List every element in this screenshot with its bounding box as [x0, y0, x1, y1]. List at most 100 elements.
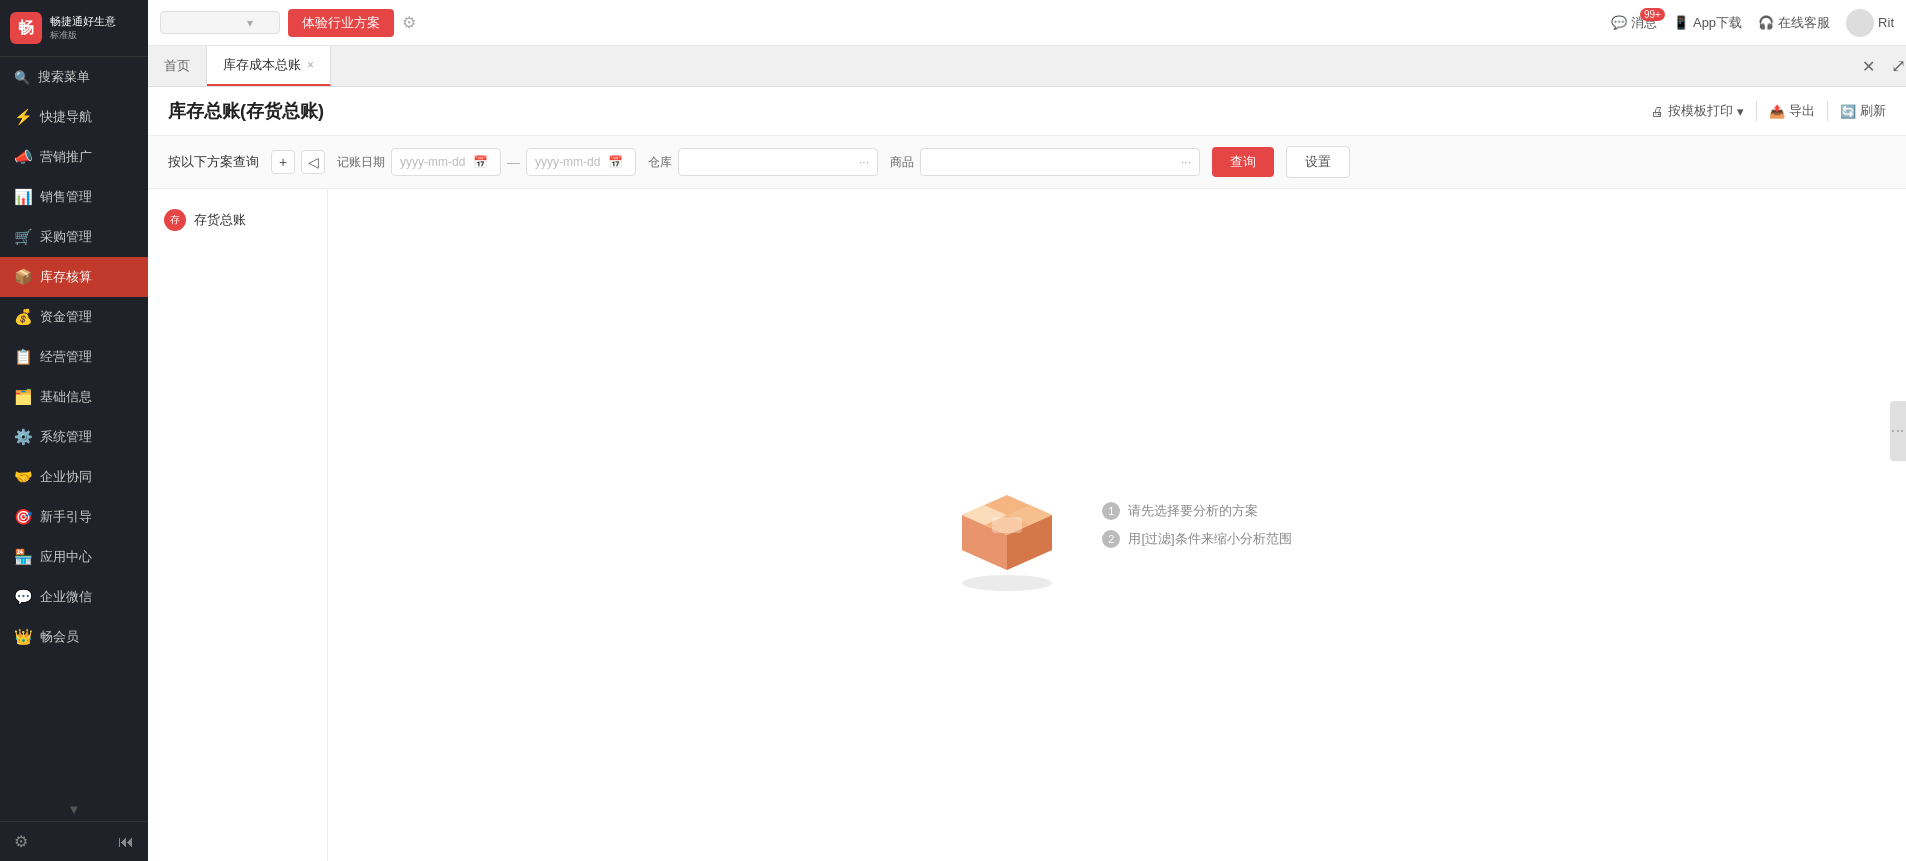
sidebar-item-member[interactable]: 👑 畅会员 — [0, 617, 148, 657]
tab-inventory-ledger[interactable]: 库存成本总账 × — [207, 46, 331, 86]
settings-btn[interactable]: 设置 — [1286, 146, 1350, 178]
sidebar-item-finance[interactable]: 💰 资金管理 — [0, 297, 148, 337]
page-header-actions: 🖨 按模板打印 ▾ 📤 导出 🔄 刷新 — [1651, 101, 1886, 121]
sidebar-logo: 畅 畅捷通好生意 标准版 — [0, 0, 148, 57]
filter-add-btn[interactable]: + — [271, 150, 295, 174]
settings-footer-icon[interactable]: ⚙ — [14, 832, 28, 851]
inventory-icon: 📦 — [14, 268, 32, 286]
hint1-text: 请先选择要分析的方案 — [1128, 502, 1258, 520]
tab-active-label: 库存成本总账 — [223, 56, 301, 74]
warehouse-select[interactable]: ··· — [678, 148, 878, 176]
sidebar-item-system[interactable]: ⚙️ 系统管理 — [0, 417, 148, 457]
sidebar-item-label: 营销推广 — [40, 148, 92, 166]
sidebar-item-label: 新手引导 — [40, 508, 92, 526]
export-label: 导出 — [1789, 102, 1815, 120]
print-btn[interactable]: 🖨 按模板打印 ▾ — [1651, 102, 1744, 120]
sidebar-item-wechat[interactable]: 💬 企业微信 — [0, 577, 148, 617]
refresh-btn[interactable]: 🔄 刷新 — [1840, 102, 1886, 120]
app-download-label: App下载 — [1693, 14, 1742, 32]
sidebar-item-purchase[interactable]: 🛒 采购管理 — [0, 217, 148, 257]
industry-btn[interactable]: 体验行业方案 — [288, 9, 394, 37]
marketing-icon: 📣 — [14, 148, 32, 166]
sidebar-item-label: 基础信息 — [40, 388, 92, 406]
svg-point-0 — [962, 575, 1052, 591]
filter-label: 按以下方案查询 — [168, 153, 259, 171]
sidebar-item-marketing[interactable]: 📣 营销推广 — [0, 137, 148, 177]
hint2-num: 2 — [1102, 530, 1120, 548]
topbar: ▾ 体验行业方案 ⚙ 💬 消息 99+ 📱 App下载 🎧 在线客服 Rit — [148, 0, 1906, 46]
hint1-num: 1 — [1102, 502, 1120, 520]
user-name: Rit — [1878, 15, 1894, 30]
date-to-input[interactable]: yyyy-mm-dd 📅 — [526, 148, 636, 176]
operation-icon: 📋 — [14, 348, 32, 366]
content-body: 存 存货总账 — [148, 189, 1906, 861]
tab-panel-close-btn[interactable]: ✕ — [1850, 57, 1887, 76]
goods-select[interactable]: ··· — [920, 148, 1200, 176]
sidebar-item-inventory[interactable]: 📦 库存核算 — [0, 257, 148, 297]
logo-title: 畅捷通好生意 — [50, 14, 116, 28]
filter-area: 按以下方案查询 + ◁ 记账日期 yyyy-mm-dd 📅 — yyyy-mm-… — [148, 136, 1906, 189]
sidebar-footer: ⚙ ⏮ — [0, 821, 148, 861]
online-service-item[interactable]: 🎧 在线客服 — [1758, 14, 1830, 32]
sidebar-item-basic[interactable]: 🗂️ 基础信息 — [0, 377, 148, 417]
sidebar-item-shortcut[interactable]: ⚡ 快捷导航 — [0, 97, 148, 137]
message-badge: 99+ — [1640, 8, 1665, 21]
search-icon: 🔍 — [14, 70, 30, 85]
date-to-placeholder: yyyy-mm-dd — [535, 155, 600, 169]
inventory-ledger-label: 存货总账 — [194, 211, 246, 229]
sidebar-search[interactable]: 🔍 搜索菜单 — [0, 57, 148, 97]
tab-home[interactable]: 首页 — [148, 47, 207, 85]
warehouse-label: 仓库 — [648, 154, 672, 171]
right-edge-handle[interactable]: ⋮ — [1890, 401, 1906, 461]
tab-home-label: 首页 — [164, 57, 190, 75]
sidebar-item-guide[interactable]: 🎯 新手引导 — [0, 497, 148, 537]
tab-close-icon[interactable]: × — [307, 58, 314, 72]
date-from-input[interactable]: yyyy-mm-dd 📅 — [391, 148, 501, 176]
query-btn[interactable]: 查询 — [1212, 147, 1274, 177]
topbar-left: ▾ 体验行业方案 ⚙ — [160, 9, 1603, 37]
sidebar-item-label: 资金管理 — [40, 308, 92, 326]
filter-collapse-btn[interactable]: ◁ — [301, 150, 325, 174]
headset-icon: 🎧 — [1758, 15, 1774, 30]
user-item[interactable]: Rit — [1846, 9, 1894, 37]
main-content: ▾ 体验行业方案 ⚙ 💬 消息 99+ 📱 App下载 🎧 在线客服 Rit — [148, 0, 1906, 861]
logo-icon: 畅 — [10, 12, 42, 44]
sidebar-item-operation[interactable]: 📋 经营管理 — [0, 337, 148, 377]
sidebar-item-label: 应用中心 — [40, 548, 92, 566]
sidebar-item-label: 系统管理 — [40, 428, 92, 446]
gear-icon[interactable]: ⚙ — [402, 13, 416, 32]
right-edge-icon: ⋮ — [1890, 424, 1906, 438]
export-btn[interactable]: 📤 导出 — [1769, 102, 1815, 120]
sidebar-item-appstore[interactable]: 🏪 应用中心 — [0, 537, 148, 577]
topbar-right: 💬 消息 99+ 📱 App下载 🎧 在线客服 Rit — [1611, 9, 1894, 37]
purchase-icon: 🛒 — [14, 228, 32, 246]
shortcut-icon: ⚡ — [14, 108, 32, 126]
sidebar-nav: ⚡ 快捷导航 📣 营销推广 📊 销售管理 🛒 采购管理 📦 库存核算 💰 资金管… — [0, 97, 148, 797]
empty-illustration — [942, 465, 1062, 585]
sidebar-scroll-down[interactable]: ▼ — [0, 797, 148, 821]
sidebar-item-coop[interactable]: 🤝 企业协同 — [0, 457, 148, 497]
calendar-from-icon: 📅 — [473, 155, 488, 169]
divider2 — [1827, 101, 1828, 121]
empty-state: 1 请先选择要分析的方案 2 用[过滤]条件来缩小分析范围 — [328, 189, 1906, 861]
sidebar: 畅 畅捷通好生意 标准版 🔍 搜索菜单 ⚡ 快捷导航 📣 营销推广 📊 销售管理… — [0, 0, 148, 861]
topbar-breadcrumb[interactable]: ▾ — [160, 11, 280, 34]
sales-icon: 📊 — [14, 188, 32, 206]
guide-icon: 🎯 — [14, 508, 32, 526]
inventory-ledger-item[interactable]: 存 存货总账 — [148, 199, 327, 241]
empty-hint-2: 2 用[过滤]条件来缩小分析范围 — [1102, 530, 1291, 548]
system-icon: ⚙️ — [14, 428, 32, 446]
print-icon: 🖨 — [1651, 104, 1664, 119]
print-label: 按模板打印 — [1668, 102, 1733, 120]
sidebar-item-sales[interactable]: 📊 销售管理 — [0, 177, 148, 217]
collapse-footer-icon[interactable]: ⏮ — [118, 833, 134, 851]
logo-badge: 标准版 — [50, 29, 116, 42]
app-download-item[interactable]: 📱 App下载 — [1673, 14, 1742, 32]
message-item[interactable]: 💬 消息 99+ — [1611, 14, 1657, 32]
basic-icon: 🗂️ — [14, 388, 32, 406]
expand-icon[interactable]: ⤢ — [1891, 55, 1906, 77]
wechat-icon: 💬 — [14, 588, 32, 606]
empty-text: 1 请先选择要分析的方案 2 用[过滤]条件来缩小分析范围 — [1102, 502, 1291, 548]
sidebar-item-label: 企业微信 — [40, 588, 92, 606]
filter-side-panel: 存 存货总账 — [148, 189, 328, 861]
